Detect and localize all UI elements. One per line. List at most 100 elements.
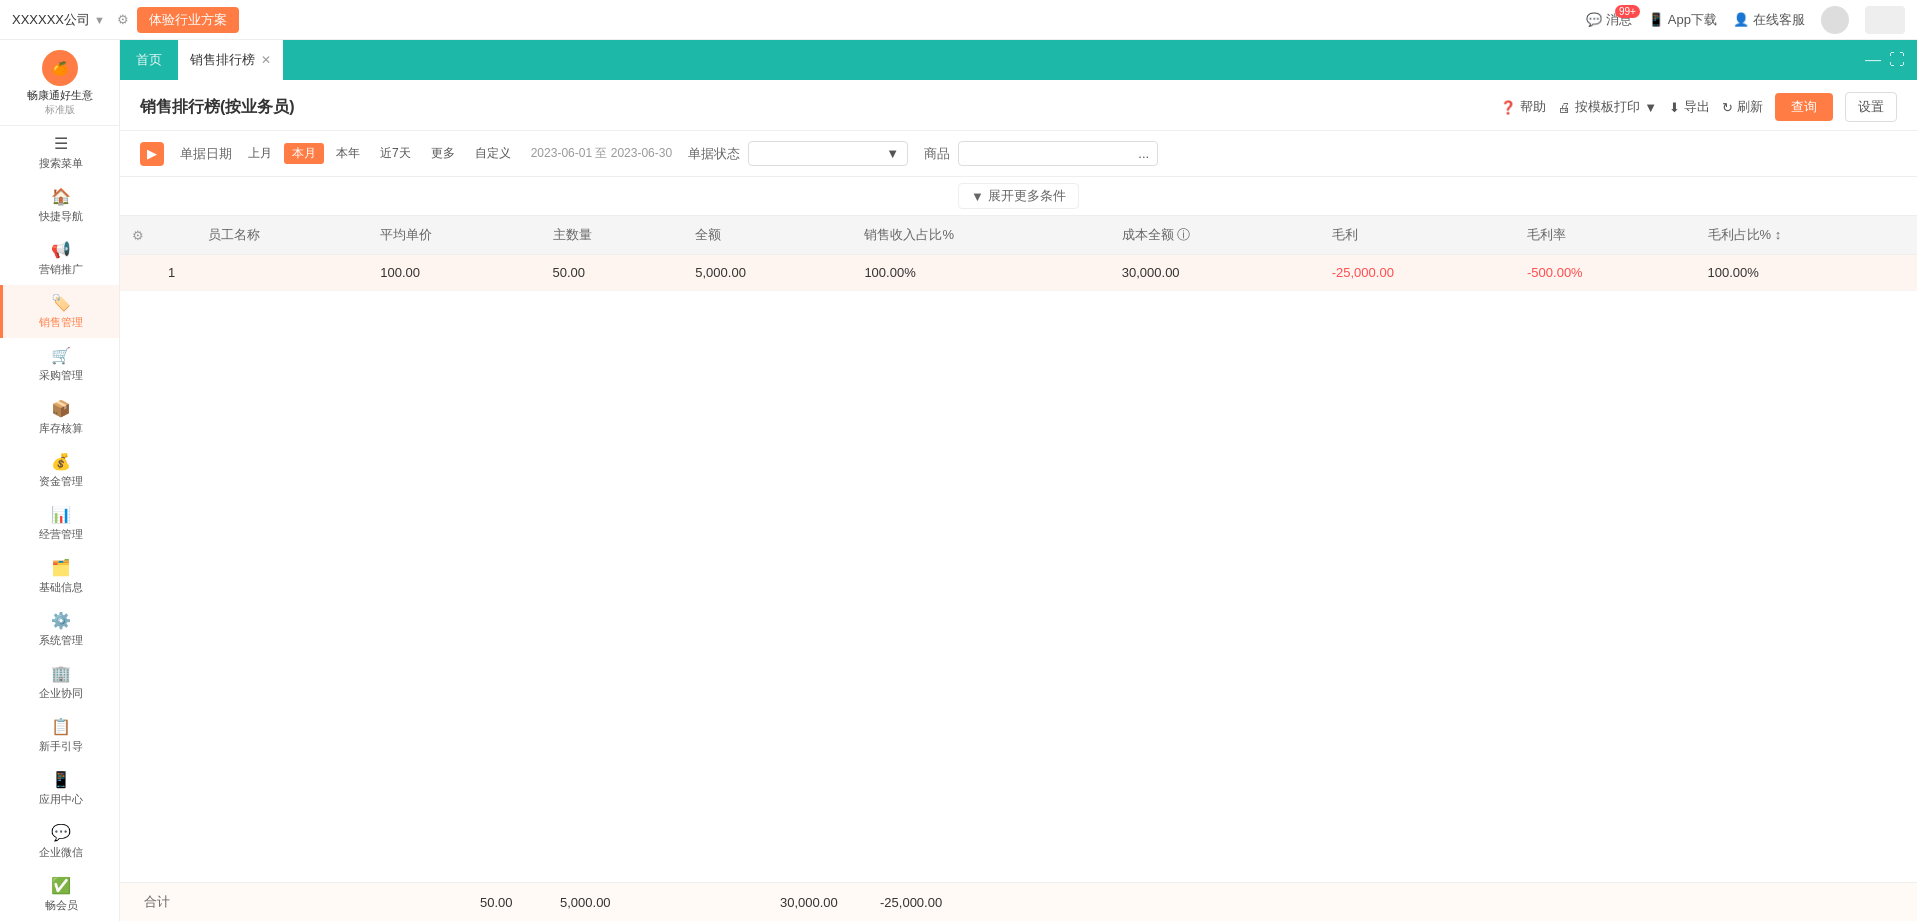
status-filter-group: 单据状态 ▼: [688, 141, 908, 166]
refresh-icon: ↻: [1722, 100, 1733, 115]
tab-close-icon[interactable]: ✕: [261, 53, 271, 67]
sidebar-item-label: 基础信息: [39, 580, 83, 595]
sidebar-item-search[interactable]: ☰ 搜索菜单: [0, 126, 119, 179]
date-range-display: 2023-06-01 至 2023-06-30: [531, 145, 672, 162]
top-bar: XXXXXX公司 ▼ ⚙ 体验行业方案 💬 消息 99+ 📱 App下载 👤 在…: [0, 0, 1917, 40]
sidebar-item-quick-nav[interactable]: 🏠 快捷导航: [0, 179, 119, 232]
marketing-icon: 📢: [51, 240, 71, 259]
expand-label: 展开更多条件: [988, 187, 1066, 205]
main-layout: 🍊 畅康通好生意 标准版 ☰ 搜索菜单 🏠 快捷导航 📢 营销推广 🏷️ 销售管…: [0, 40, 1917, 921]
cell-cost: 30,000.00: [1110, 255, 1320, 291]
user-name[interactable]: [1865, 6, 1905, 34]
logo-icon: 🍊: [42, 50, 78, 86]
print-button[interactable]: 🖨 按模板打印 ▼: [1558, 98, 1657, 116]
online-service-button[interactable]: 👤 在线客服: [1733, 11, 1805, 29]
app-icon: 📱: [1648, 12, 1664, 27]
date-tab-7days[interactable]: 近7天: [372, 143, 419, 164]
sidebar-item-guide[interactable]: 📋 新手引导: [0, 709, 119, 762]
expand-conditions-button[interactable]: ▼ 展开更多条件: [958, 183, 1079, 209]
goods-input-dots: ...: [1138, 146, 1149, 161]
cell-amount: 5,000.00: [683, 255, 852, 291]
status-select-arrow: ▼: [886, 146, 899, 161]
date-tab-custom[interactable]: 自定义: [467, 143, 519, 164]
sidebar-logo: 🍊 畅康通好生意 标准版: [0, 40, 119, 126]
cell-gross-rate: -500.00%: [1515, 255, 1696, 291]
goods-input[interactable]: ...: [958, 141, 1158, 166]
cell-avg-price: 100.00: [368, 255, 540, 291]
tab-bar-right: — ⛶: [1865, 51, 1917, 69]
trial-button[interactable]: 体验行业方案: [137, 7, 239, 33]
sidebar-item-finance[interactable]: 💰 资金管理: [0, 444, 119, 497]
help-button[interactable]: ❓ 帮助: [1500, 98, 1546, 116]
query-button[interactable]: 查询: [1775, 93, 1833, 121]
sidebar-item-wechat[interactable]: 💬 企业微信: [0, 815, 119, 868]
member-icon: ✅: [51, 876, 71, 895]
export-button[interactable]: ⬇ 导出: [1669, 98, 1710, 116]
tab-sales-ranking[interactable]: 销售排行榜 ✕: [178, 40, 283, 80]
goods-filter-group: 商品 ...: [924, 141, 1158, 166]
sidebar-item-enterprise[interactable]: 🏢 企业协同: [0, 656, 119, 709]
sidebar-item-label: 新手引导: [39, 739, 83, 754]
sidebar-item-inventory[interactable]: 📦 库存核算: [0, 391, 119, 444]
filter-collapse-btn[interactable]: ▶: [140, 142, 164, 166]
operations-icon: 📊: [51, 505, 71, 524]
sidebar-item-label: 营销推广: [39, 262, 83, 277]
print-label: 按模板打印: [1575, 98, 1640, 116]
column-gross-rate: 毛利率: [1515, 216, 1696, 255]
cell-main-qty: 50.00: [541, 255, 684, 291]
cell-gross: -25,000.00: [1320, 255, 1515, 291]
sidebar-item-basic-info[interactable]: 🗂️ 基础信息: [0, 550, 119, 603]
export-icon: ⬇: [1669, 100, 1680, 115]
column-amount: 全额: [683, 216, 852, 255]
app-label: App下载: [1668, 11, 1717, 29]
company-settings-icon[interactable]: ⚙: [117, 12, 129, 27]
service-label: 在线客服: [1753, 11, 1805, 29]
column-cost: 成本全额 ⓘ: [1110, 216, 1320, 255]
date-tab-cur-year[interactable]: 本年: [328, 143, 368, 164]
footer-cost: 30,000.00: [768, 895, 868, 910]
column-settings[interactable]: ⚙: [120, 216, 156, 255]
user-avatar[interactable]: [1821, 6, 1849, 34]
data-table: ⚙ 员工名称 平均单价 主数量 全额 销售收入占比% 成本全额 ⓘ 毛利 毛利率…: [120, 216, 1917, 291]
refresh-button[interactable]: ↻ 刷新: [1722, 98, 1763, 116]
sidebar-item-system[interactable]: ⚙️ 系统管理: [0, 603, 119, 656]
company-selector[interactable]: XXXXXX公司 ▼: [12, 11, 105, 29]
sidebar: 🍊 畅康通好生意 标准版 ☰ 搜索菜单 🏠 快捷导航 📢 营销推广 🏷️ 销售管…: [0, 40, 120, 921]
sidebar-item-label: 资金管理: [39, 474, 83, 489]
guide-icon: 📋: [51, 717, 71, 736]
sidebar-item-label: 销售管理: [39, 315, 83, 330]
home-icon: 🏠: [51, 187, 71, 206]
date-tab-cur-month[interactable]: 本月: [284, 143, 324, 164]
sidebar-item-label: 畅会员: [45, 898, 78, 913]
column-gross-pct: 毛利占比% ↕: [1696, 216, 1917, 255]
system-icon: ⚙️: [51, 611, 71, 630]
print-icon: 🖨: [1558, 100, 1571, 115]
cell-gross-pct: 100.00%: [1696, 255, 1917, 291]
table-body: 1 100.00 50.00 5,000.00 100.00% 30,000.0…: [120, 255, 1917, 291]
sidebar-item-member[interactable]: ✅ 畅会员: [0, 868, 119, 921]
sidebar-item-app-center[interactable]: 📱 应用中心: [0, 762, 119, 815]
date-filter-group: 单据日期 上月 本月 本年 近7天 更多 自定义 2023-06-01 至 20…: [180, 143, 672, 164]
tab-fullscreen-icon[interactable]: ⛶: [1889, 51, 1905, 69]
status-select[interactable]: ▼: [748, 141, 908, 166]
sidebar-item-sales[interactable]: 🏷️ 销售管理: [0, 285, 119, 338]
sidebar-item-operations[interactable]: 📊 经营管理: [0, 497, 119, 550]
date-tab-prev-month[interactable]: 上月: [240, 143, 280, 164]
settings-button[interactable]: 设置: [1845, 92, 1897, 122]
footer-main-qty: 50.00: [468, 895, 548, 910]
tab-minimize-icon[interactable]: —: [1865, 51, 1881, 69]
message-button[interactable]: 💬 消息 99+: [1586, 11, 1632, 29]
column-rank: [156, 216, 196, 255]
app-download-button[interactable]: 📱 App下载: [1648, 11, 1717, 29]
export-label: 导出: [1684, 98, 1710, 116]
column-gross: 毛利: [1320, 216, 1515, 255]
tab-bar: 首页 销售排行榜 ✕ — ⛶: [120, 40, 1917, 80]
help-icon: ❓: [1500, 100, 1516, 115]
sidebar-item-marketing[interactable]: 📢 营销推广: [0, 232, 119, 285]
date-tab-more[interactable]: 更多: [423, 143, 463, 164]
search-menu-icon: ☰: [54, 134, 68, 153]
company-name: XXXXXX公司: [12, 11, 90, 29]
column-main-qty: 主数量: [541, 216, 684, 255]
sidebar-item-purchase[interactable]: 🛒 采购管理: [0, 338, 119, 391]
tab-home[interactable]: 首页: [120, 40, 178, 80]
